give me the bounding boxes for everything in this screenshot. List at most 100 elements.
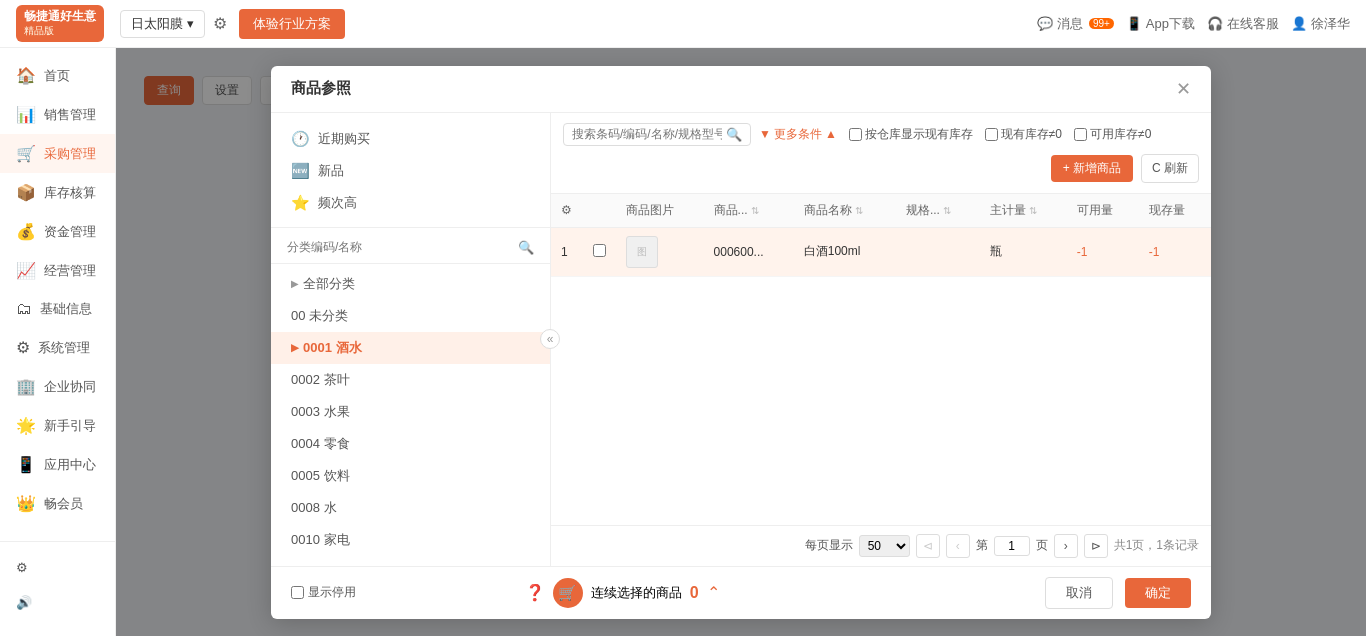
- row-unit: 瓶: [980, 227, 1067, 276]
- th-code[interactable]: 商品... ⇅: [704, 194, 794, 228]
- sidebar-item-guide[interactable]: 🌟 新手引导: [0, 406, 115, 445]
- quick-item-new[interactable]: 🆕 新品: [271, 155, 550, 187]
- finance-icon: 💰: [16, 222, 36, 241]
- th-spec[interactable]: 规格... ⇅: [896, 194, 980, 228]
- checkbox-warehouse-stock[interactable]: 按仓库显示现有库存: [849, 126, 973, 143]
- next-page-button[interactable]: ›: [1054, 534, 1078, 558]
- page-size-select[interactable]: 50 10 20 100: [859, 535, 910, 557]
- quick-items: 🕐 近期购买 🆕 新品 ⭐ 频次高: [271, 123, 550, 228]
- cat-item-fruit[interactable]: 0003 水果: [271, 396, 550, 428]
- member-icon: 👑: [16, 494, 36, 513]
- cart-count: 0: [690, 584, 699, 602]
- modal-header: 商品参照 ✕: [271, 66, 1211, 113]
- cat-item-liquor[interactable]: ▶ 0001 酒水: [271, 332, 550, 364]
- cat-item-water[interactable]: 0008 水: [271, 492, 550, 524]
- sidebar-item-member[interactable]: 👑 畅会员: [0, 484, 115, 523]
- search-icon[interactable]: 🔍: [726, 127, 742, 142]
- cat-item-snacks[interactable]: 0004 零食: [271, 428, 550, 460]
- th-name[interactable]: 商品名称 ⇅: [794, 194, 896, 228]
- gear-icon[interactable]: ⚙: [213, 14, 227, 33]
- cat-item-all[interactable]: ▶ 全部分类: [271, 268, 550, 300]
- collapse-footer-button[interactable]: ⌃: [707, 583, 720, 602]
- sidebar-volume-btn[interactable]: 🔊: [0, 585, 115, 620]
- page-number-input[interactable]: [994, 536, 1030, 556]
- cat-label-fruit: 0003 水果: [291, 403, 350, 421]
- messages-button[interactable]: 💬 消息 99+: [1037, 15, 1114, 33]
- sidebar-item-apps[interactable]: 📱 应用中心: [0, 445, 115, 484]
- sidebar-item-system[interactable]: ⚙ 系统管理: [0, 328, 115, 367]
- sidebar-item-inventory[interactable]: 📦 库存核算: [0, 173, 115, 212]
- cat-label-water: 0008 水: [291, 499, 337, 517]
- table-row[interactable]: 1 图 000600... 白酒100ml 瓶: [551, 227, 1211, 276]
- search-icon[interactable]: 🔍: [518, 240, 534, 255]
- modal-close-button[interactable]: ✕: [1176, 78, 1191, 100]
- sales-icon: 📊: [16, 105, 36, 124]
- quick-item-recent[interactable]: 🕐 近期购买: [271, 123, 550, 155]
- checkbox-current-stock[interactable]: 现有库存≠0: [985, 126, 1062, 143]
- available-stock-checkbox[interactable]: [1074, 128, 1087, 141]
- star-icon: ⭐: [291, 194, 310, 212]
- sidebar-label-member: 畅会员: [44, 495, 83, 513]
- product-search-input[interactable]: [572, 127, 722, 141]
- last-page-button[interactable]: ⊳: [1084, 534, 1108, 558]
- store-selector[interactable]: 日太阳膜 ▾: [120, 10, 205, 38]
- th-settings[interactable]: ⚙: [551, 194, 583, 228]
- sidebar-item-sales[interactable]: 📊 销售管理: [0, 95, 115, 134]
- quick-label-frequent: 频次高: [318, 194, 357, 212]
- online-service-button[interactable]: 🎧 在线客服: [1207, 15, 1279, 33]
- sidebar-label-basicinfo: 基础信息: [40, 300, 92, 318]
- collapse-panel-button[interactable]: «: [540, 329, 560, 349]
- warehouse-stock-checkbox[interactable]: [849, 128, 862, 141]
- th-image: 商品图片: [616, 194, 704, 228]
- row-select-checkbox[interactable]: [593, 244, 606, 257]
- quick-item-frequent[interactable]: ⭐ 频次高: [271, 187, 550, 219]
- row-checkbox[interactable]: [583, 227, 616, 276]
- filter-button[interactable]: ▼ 更多条件 ▲: [759, 126, 837, 143]
- footer-center: ❓ 🛒 连续选择的商品 0 ⌃: [525, 578, 720, 608]
- refresh-product-button[interactable]: C 刷新: [1141, 154, 1199, 183]
- total-info: 共1页，1条记录: [1114, 537, 1199, 554]
- store-name: 日太阳膜: [131, 15, 183, 33]
- sidebar-item-purchase[interactable]: 🛒 采购管理: [0, 134, 115, 173]
- logo: 畅捷通好生意 精品版: [16, 5, 104, 41]
- system-icon: ⚙: [16, 338, 30, 357]
- checkbox-available-stock[interactable]: 可用库存≠0: [1074, 126, 1151, 143]
- chevron-down-icon: ▾: [187, 16, 194, 31]
- row-name: 白酒100ml: [794, 227, 896, 276]
- filter-icon: ▼: [759, 127, 771, 141]
- current-stock-checkbox[interactable]: [985, 128, 998, 141]
- modal-toolbar: 🔍 ▼ 更多条件 ▲ 按仓库显示现有库存: [551, 113, 1211, 194]
- sidebar-item-finance[interactable]: 💰 资金管理: [0, 212, 115, 251]
- sidebar-item-basic-info[interactable]: 🗂 基础信息: [0, 290, 115, 328]
- app-download-button[interactable]: 📱 App下载: [1126, 15, 1195, 33]
- sidebar-item-home[interactable]: 🏠 首页: [0, 56, 115, 95]
- cancel-button[interactable]: 取消: [1045, 577, 1113, 609]
- filter-up-icon: ▲: [825, 127, 837, 141]
- cat-item-uncategorized[interactable]: 00 未分类: [271, 300, 550, 332]
- cat-item-appliances[interactable]: 0010 家电: [271, 524, 550, 556]
- confirm-button[interactable]: 确定: [1125, 578, 1191, 608]
- row-stock: -1: [1139, 227, 1211, 276]
- show-disabled-checkbox[interactable]: 显示停用: [291, 584, 356, 601]
- cat-item-tea[interactable]: 0002 茶叶: [271, 364, 550, 396]
- warehouse-stock-label: 按仓库显示现有库存: [865, 126, 973, 143]
- th-unit[interactable]: 主计量 ⇅: [980, 194, 1067, 228]
- first-page-button[interactable]: ⊲: [916, 534, 940, 558]
- user-avatar[interactable]: 👤 徐泽华: [1291, 15, 1350, 33]
- prev-page-button[interactable]: ‹: [946, 534, 970, 558]
- sidebar-settings-btn[interactable]: ⚙: [0, 550, 115, 585]
- help-icon[interactable]: ❓: [525, 583, 545, 602]
- add-product-button[interactable]: + 新增商品: [1051, 155, 1133, 182]
- trial-button[interactable]: 体验行业方案: [239, 9, 345, 39]
- current-stock-label: 现有库存≠0: [1001, 126, 1062, 143]
- filter-checkboxes: 按仓库显示现有库存 现有库存≠0 可用库存≠0: [849, 126, 1152, 143]
- cat-item-drinks[interactable]: 0005 饮料: [271, 460, 550, 492]
- category-search-input[interactable]: [287, 240, 514, 254]
- sidebar-item-operations[interactable]: 📈 经营管理: [0, 251, 115, 290]
- disabled-checkbox[interactable]: [291, 586, 304, 599]
- row-available: -1: [1067, 227, 1139, 276]
- row-spec: [896, 227, 980, 276]
- modal-title: 商品参照: [291, 79, 351, 98]
- sidebar-item-enterprise[interactable]: 🏢 企业协同: [0, 367, 115, 406]
- quick-label-new: 新品: [318, 162, 344, 180]
